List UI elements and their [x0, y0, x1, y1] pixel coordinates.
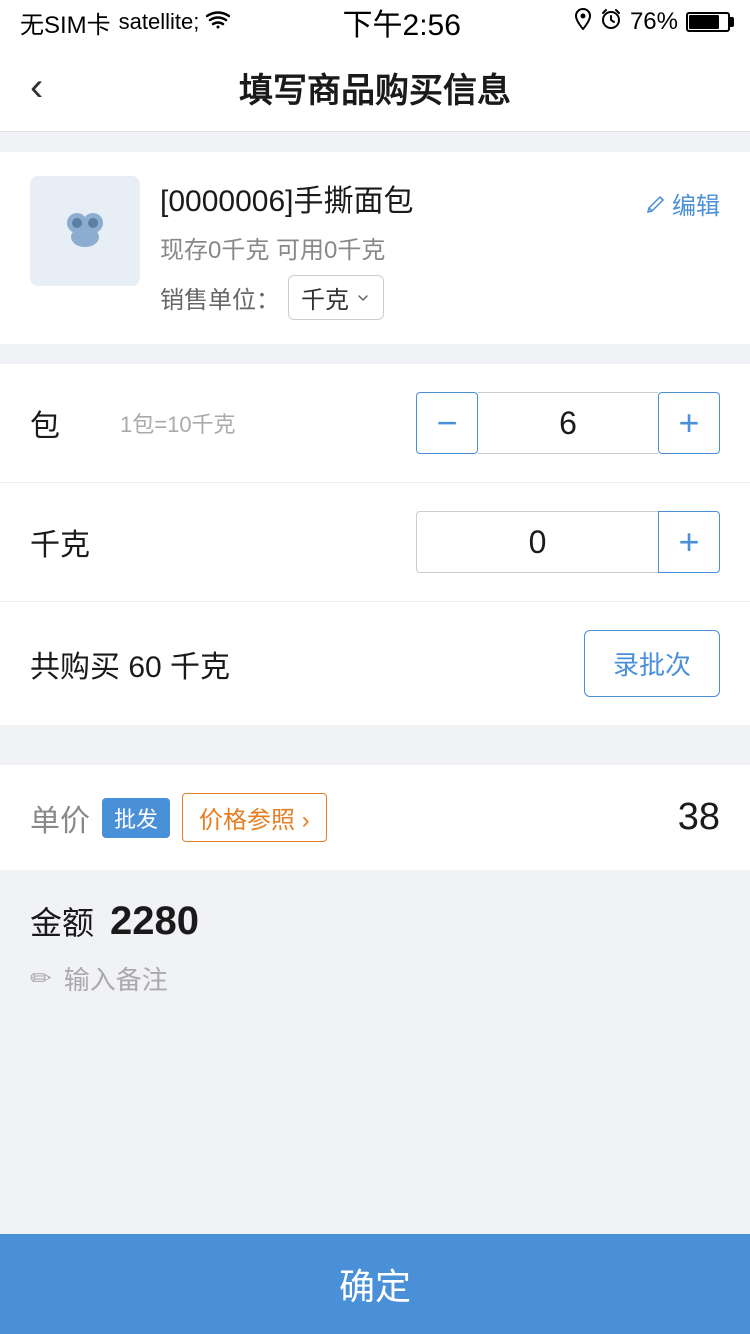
- status-bar: 无SIM卡 satellite; 下午2:56 76: [0, 0, 750, 44]
- qianke-qty-control: +: [416, 511, 720, 573]
- amount-row: 金额 2280: [30, 898, 720, 944]
- amount-label: 金额: [30, 898, 94, 944]
- product-stock: 现存0千克 可用0千克: [160, 230, 720, 265]
- bao-input-row: 包 1包=10千克 − +: [0, 364, 750, 483]
- note-placeholder: 输入备注: [64, 960, 168, 997]
- wifi-icon: satellite;: [119, 9, 230, 35]
- bao-plus-button[interactable]: +: [658, 392, 720, 454]
- price-label: 单价: [30, 796, 90, 840]
- price-value: 38: [678, 796, 720, 839]
- qianke-input[interactable]: [416, 511, 658, 573]
- back-button[interactable]: ‹: [30, 65, 43, 110]
- bao-input[interactable]: [478, 392, 658, 454]
- battery-icon: [686, 12, 730, 32]
- batch-button[interactable]: 录批次: [584, 630, 720, 697]
- total-row: 共购买 60 千克 录批次: [0, 602, 750, 725]
- status-left: 无SIM卡 satellite;: [20, 5, 230, 40]
- confirm-bar[interactable]: 确定: [0, 1234, 750, 1334]
- price-type-tag: 批发: [102, 798, 170, 838]
- time-display: 下午2:56: [343, 0, 461, 44]
- product-thumbnail: [30, 176, 140, 286]
- carrier-text: 无SIM卡: [20, 5, 111, 40]
- unit-label: 销售单位：: [160, 280, 280, 315]
- price-ref-button[interactable]: 价格参照 ›: [182, 793, 327, 842]
- bao-hint: 1包=10千克: [120, 407, 416, 439]
- bao-minus-button[interactable]: −: [416, 392, 478, 454]
- qianke-label: 千克: [30, 520, 110, 564]
- bao-qty-control: − +: [416, 392, 720, 454]
- edit-button[interactable]: 编辑: [646, 176, 720, 230]
- unit-select[interactable]: 千克: [288, 275, 384, 320]
- bao-label: 包: [30, 401, 110, 445]
- qianke-input-row: 千克 +: [0, 483, 750, 602]
- product-section: [0000006]手撕面包 编辑 现存0千克 可用0千克 销售单位： 千克: [0, 152, 750, 344]
- total-label: 共购买 60 千克: [30, 642, 230, 686]
- divider-2: [0, 725, 750, 745]
- product-unit-row: 销售单位： 千克: [160, 275, 720, 320]
- note-row[interactable]: ✏ 输入备注: [30, 960, 720, 997]
- location-icon: [574, 8, 592, 37]
- divider-1: [0, 344, 750, 364]
- alarm-icon: [600, 8, 622, 37]
- page-title: 填写商品购买信息: [239, 63, 511, 112]
- amount-section: 金额 2280 ✏ 输入备注: [0, 870, 750, 1017]
- nav-bar: ‹ 填写商品购买信息: [0, 44, 750, 132]
- price-section: 单价 批发 价格参照 › 38: [0, 765, 750, 870]
- qianke-plus-button[interactable]: +: [658, 511, 720, 573]
- confirm-button[interactable]: 确定: [339, 1258, 411, 1310]
- product-name: [0000006]手撕面包: [160, 176, 413, 220]
- product-info-row: [0000006]手撕面包 编辑 现存0千克 可用0千克 销售单位： 千克: [0, 152, 750, 344]
- bao-section: 包 1包=10千克 − + 千克 +: [0, 364, 750, 602]
- battery-percent: 76%: [630, 8, 678, 36]
- product-details: [0000006]手撕面包 编辑 现存0千克 可用0千克 销售单位： 千克: [160, 176, 720, 320]
- status-right: 76%: [574, 8, 730, 37]
- amount-value: 2280: [110, 899, 199, 944]
- note-icon: ✏: [30, 963, 52, 994]
